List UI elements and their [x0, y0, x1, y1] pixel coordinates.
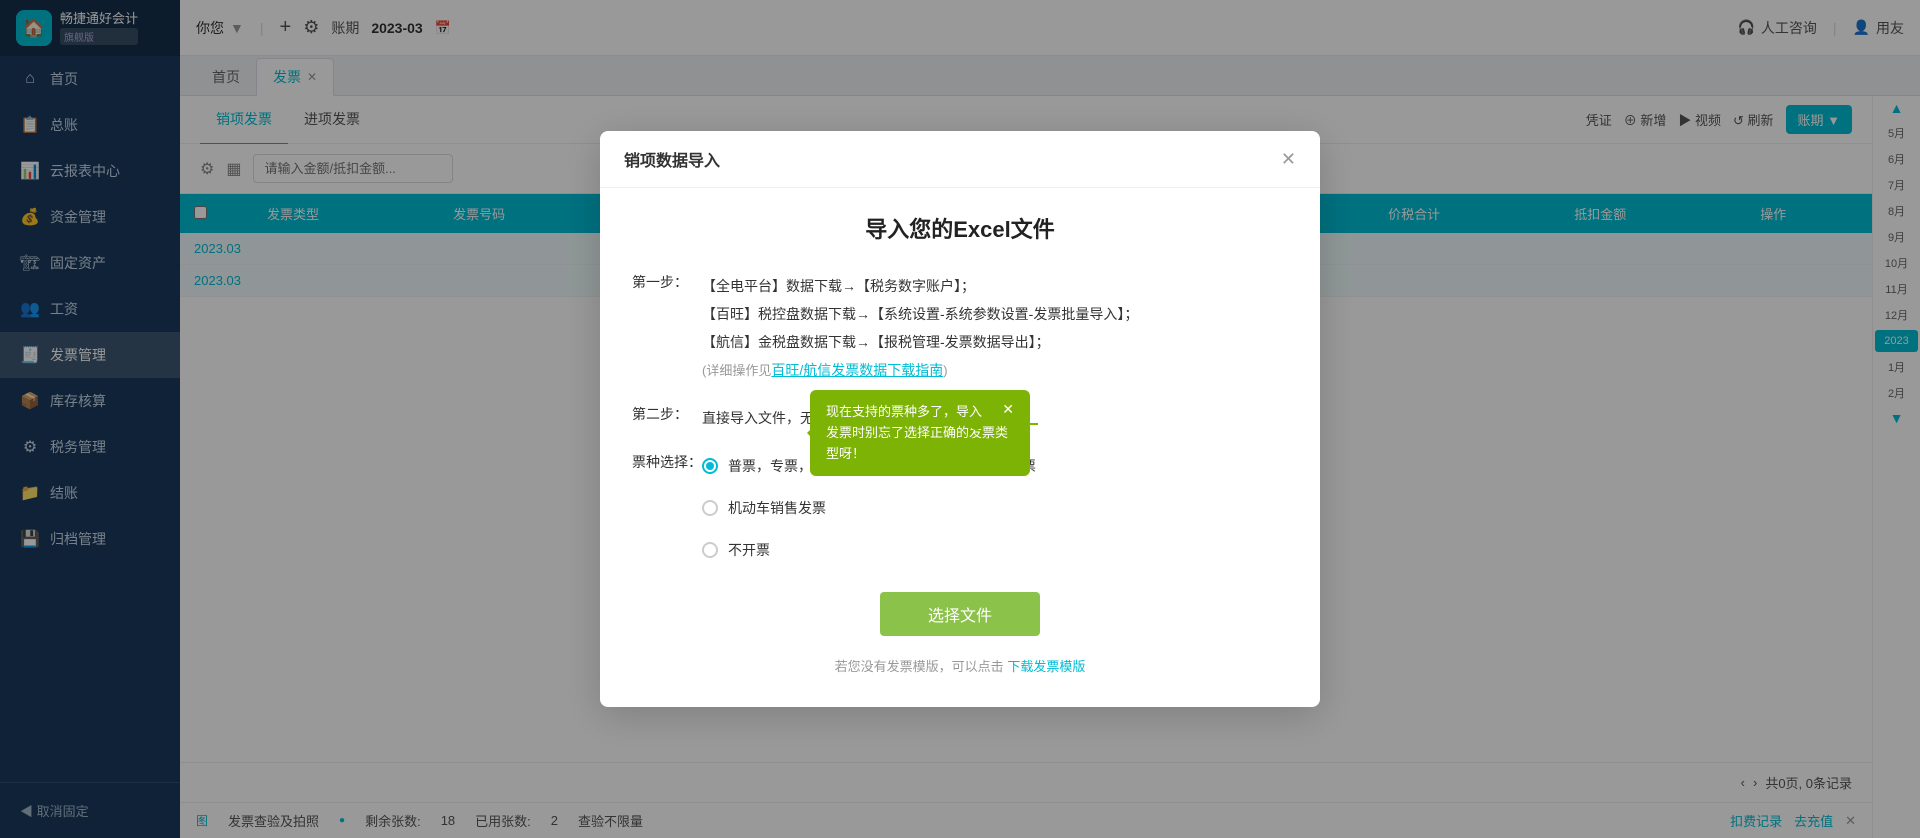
tooltip-dot — [970, 418, 982, 430]
modal-close-button[interactable]: ✕ — [1281, 149, 1296, 170]
guide-link[interactable]: 百旺/航信发票数据下载指南 — [771, 362, 943, 378]
step1-link: (详细操作见百旺/航信发票数据下载指南) — [702, 356, 1288, 384]
radio-label-2: 机动车销售发票 — [728, 494, 826, 522]
radio-row-3[interactable]: 不开票 — [702, 536, 1288, 564]
footer-text: 若您没有发票模版，可以点击 — [835, 659, 1004, 674]
radio-row-2[interactable]: 机动车销售发票 — [702, 494, 1288, 522]
step1: 第一步： 【全电平台】数据下载→【税务数字账户】； 【百旺】税控盘数据下载→【系… — [632, 272, 1288, 384]
radio-label-3: 不开票 — [728, 536, 770, 564]
step1-content: 【全电平台】数据下载→【税务数字账户】； 【百旺】税控盘数据下载→【系统设置-系… — [702, 272, 1288, 384]
step1-line3: 【航信】金税盘数据下载→【报税管理-发票数据导出】； — [702, 328, 1288, 356]
tooltip-bubble: ✕ 现在支持的票种多了，导入发票时别忘了选择正确的发票类型呀！ — [810, 390, 1030, 476]
modal-title: 销项数据导入 — [624, 147, 720, 171]
tooltip-text: 现在支持的票种多了，导入发票时别忘了选择正确的发票类型呀！ — [826, 404, 1008, 461]
download-template-link[interactable]: 下载发票模版 — [1007, 659, 1085, 674]
radio-option-1[interactable] — [702, 458, 718, 474]
tooltip-line — [982, 423, 1038, 425]
ticket-label: 票种选择： — [632, 452, 702, 564]
step1-label: 第一步： — [632, 272, 702, 384]
step1-line1: 【全电平台】数据下载→【税务数字账户】； — [702, 272, 1288, 300]
modal-overlay: 销项数据导入 ✕ 导入您的Excel文件 第一步： 【全电平台】数据下载→【税务… — [0, 0, 1920, 838]
modal-header: 销项数据导入 ✕ — [600, 131, 1320, 188]
radio-option-2[interactable] — [702, 500, 718, 516]
tooltip-close-button[interactable]: ✕ — [1002, 402, 1014, 416]
radio-option-3[interactable] — [702, 542, 718, 558]
modal-main-title: 导入您的Excel文件 — [632, 212, 1288, 244]
modal-footer: 若您没有发票模版，可以点击 下载发票模版 — [632, 656, 1288, 675]
step1-line2: 【百旺】税控盘数据下载→【系统设置-系统参数设置-发票批量导入】； — [702, 300, 1288, 328]
step2-label: 第二步： — [632, 404, 702, 432]
select-file-button[interactable]: 选择文件 — [880, 592, 1040, 636]
